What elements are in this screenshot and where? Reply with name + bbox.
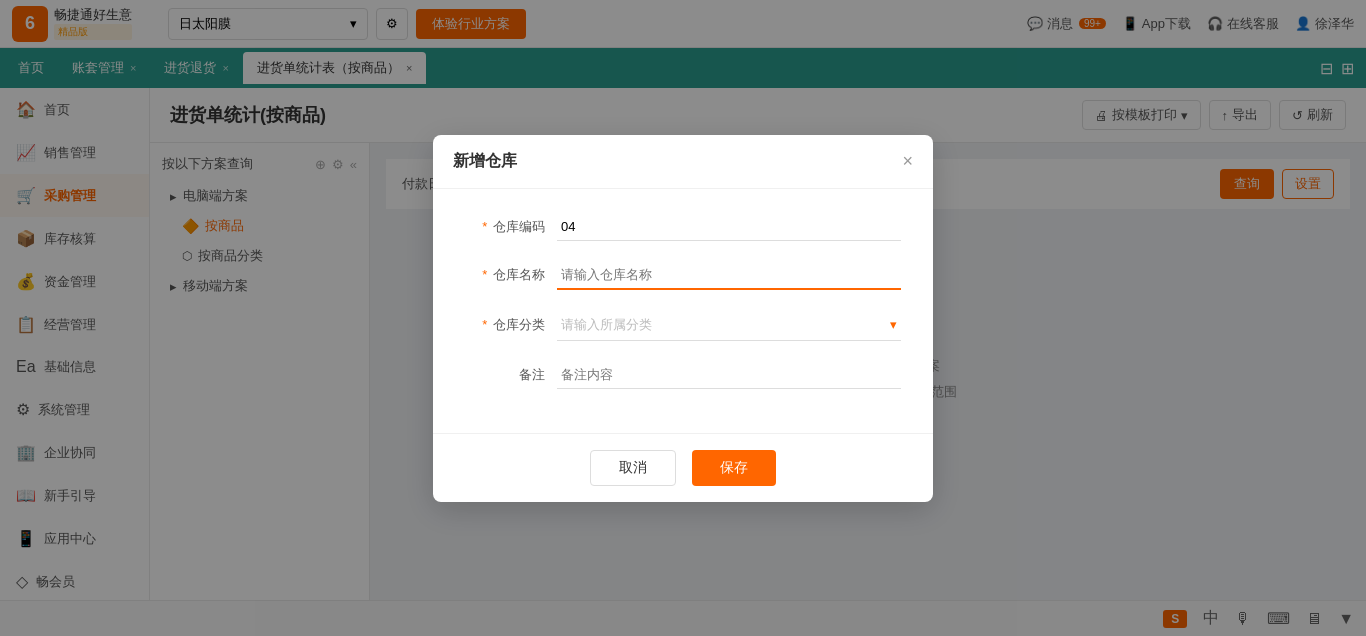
warehouse-category-select[interactable]: 请输入所属分类 ▾: [557, 310, 901, 341]
modal-header: 新增仓库 ×: [433, 135, 933, 189]
category-placeholder: 请输入所属分类: [561, 316, 652, 334]
form-label-remark: 备注: [465, 366, 545, 384]
modal-overlay: 新增仓库 × * 仓库编码 * 仓库名称: [0, 0, 1366, 636]
form-label-category: * 仓库分类: [465, 316, 545, 334]
form-label-code: * 仓库编码: [465, 218, 545, 236]
modal-footer: 取消 保存: [433, 433, 933, 502]
modal-new-warehouse: 新增仓库 × * 仓库编码 * 仓库名称: [433, 135, 933, 502]
form-row-category: * 仓库分类 请输入所属分类 ▾: [465, 310, 901, 341]
warehouse-remark-input[interactable]: [557, 361, 901, 389]
form-row-code: * 仓库编码: [465, 213, 901, 241]
form-row-remark: 备注: [465, 361, 901, 389]
category-dropdown-icon: ▾: [890, 317, 897, 332]
warehouse-name-input[interactable]: [557, 261, 901, 290]
form-label-name: * 仓库名称: [465, 266, 545, 284]
modal-title: 新增仓库: [453, 151, 517, 172]
warehouse-code-input[interactable]: [557, 213, 901, 241]
cancel-button[interactable]: 取消: [590, 450, 676, 486]
modal-close-button[interactable]: ×: [902, 151, 913, 172]
modal-body: * 仓库编码 * 仓库名称 * 仓库分类 请输入所属: [433, 189, 933, 433]
save-button[interactable]: 保存: [692, 450, 776, 486]
form-row-name: * 仓库名称: [465, 261, 901, 290]
